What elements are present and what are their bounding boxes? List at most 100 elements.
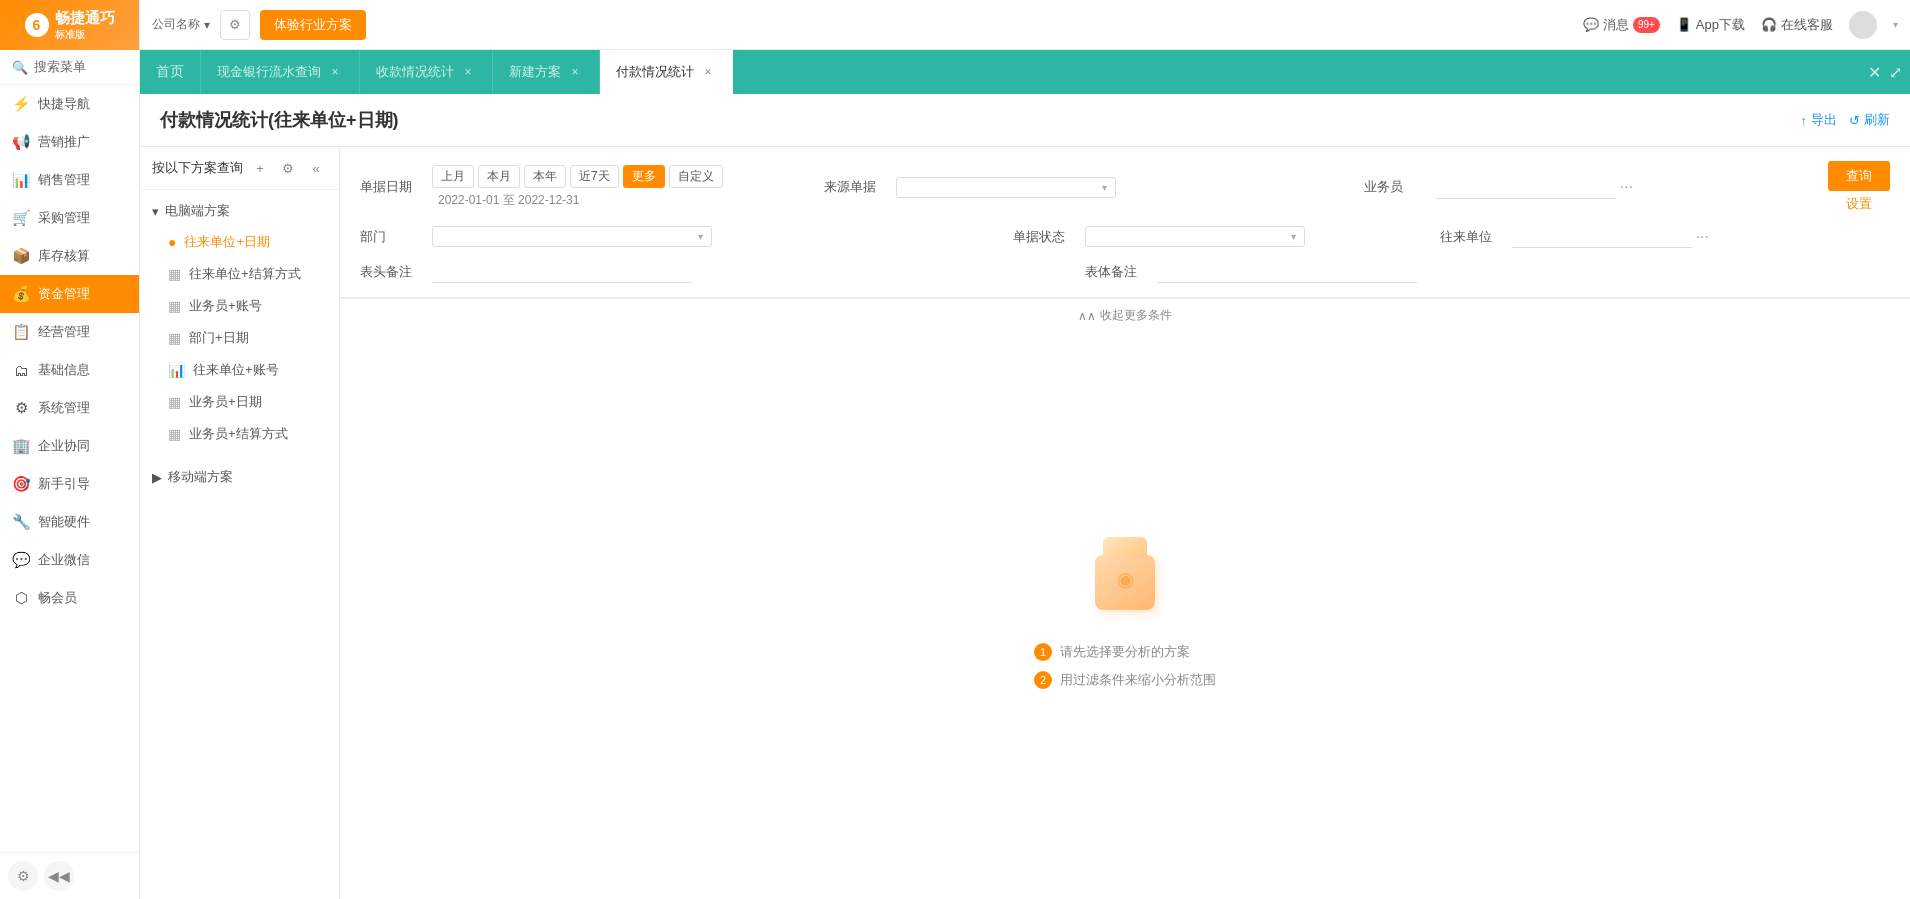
message-btn[interactable]: 💬 消息 99+ [1583,16,1660,34]
sidebar-item-quick-nav[interactable]: ⚡ 快捷导航 [0,85,139,123]
wechat-icon: 💬 [12,551,30,569]
trial-btn[interactable]: 体验行业方案 [260,10,366,40]
sidebar-item-purchase[interactable]: 🛒 采购管理 [0,199,139,237]
download-icon: 📱 [1676,17,1692,32]
empty-box-graphic [1095,555,1155,610]
message-badge: 99+ [1633,17,1660,33]
filter-settings-link[interactable]: 设置 [1846,195,1872,213]
collapse-label: 收起更多条件 [1100,307,1172,324]
scheme-item-salesman-date[interactable]: ▦ 业务员+日期 [140,386,339,418]
scheme-item-partner-date[interactable]: ● 往来单位+日期 [140,226,339,258]
body-note-input[interactable] [1157,260,1417,283]
app-download-btn[interactable]: 📱 App下载 [1676,16,1745,34]
mobile-scheme-group: ▶ 移动端方案 [140,456,339,498]
sidebar-item-operation[interactable]: 📋 经营管理 [0,313,139,351]
expand-tabs-btn[interactable]: ⤢ [1889,63,1902,82]
hint-text-2: 用过滤条件来缩小分析范围 [1060,671,1216,689]
mobile-group-header[interactable]: ▶ 移动端方案 [140,462,339,492]
doc-status-select[interactable]: ▾ [1085,226,1305,247]
date-btn-this-month[interactable]: 本月 [478,165,520,188]
tab-bank-flow[interactable]: 现金银行流水查询 × [201,50,360,94]
desktop-group-header[interactable]: ▾ 电脑端方案 [140,196,339,226]
sidebar-item-wechat[interactable]: 💬 企业微信 [0,541,139,579]
partner-more-btn[interactable]: ··· [1692,228,1713,246]
collapse-sidebar-btn[interactable]: ◀◀ [44,861,74,891]
scheme-item-partner-settlement[interactable]: ▦ 往来单位+结算方式 [140,258,339,290]
online-service-btn[interactable]: 🎧 在线客服 [1761,16,1833,34]
sidebar-item-basic[interactable]: 🗂 基础信息 [0,351,139,389]
tab-receipt-stat-close[interactable]: × [460,64,476,80]
user-avatar[interactable] [1849,11,1877,39]
empty-hints: 1 请先选择要分析的方案 2 用过滤条件来缩小分析范围 [1034,643,1216,689]
sidebar-item-system[interactable]: ⚙ 系统管理 [0,389,139,427]
query-btn[interactable]: 查询 [1828,161,1890,191]
scheme-settings-btn[interactable]: ⚙ [277,157,299,179]
tab-new-plan-label: 新建方案 [509,63,561,81]
tab-bank-flow-close[interactable]: × [327,64,343,80]
tab-home[interactable]: 首页 [140,50,201,94]
header-note-input[interactable] [432,260,692,283]
sidebar-item-guide[interactable]: 🎯 新手引导 [0,465,139,503]
app-version: 标准版 [55,28,115,42]
settings-footer-btn[interactable]: ⚙ [8,861,38,891]
collapse-panel-btn[interactable]: « [305,157,327,179]
date-btn-more[interactable]: 更多 [623,165,665,188]
partner-label: 往来单位 [1440,228,1496,246]
nav-label: 销售管理 [38,171,90,189]
salesman-more-btn[interactable]: ··· [1616,178,1637,196]
partner-field: ··· [1512,225,1794,248]
service-icon: 🎧 [1761,17,1777,32]
sidebar-item-hardware[interactable]: 🔧 智能硬件 [0,503,139,541]
export-btn[interactable]: ↑ 导出 [1801,111,1838,129]
salesman-field: ··· [1436,176,1812,199]
scheme-item-partner-account[interactable]: 📊 往来单位+账号 [140,354,339,386]
partner-input[interactable] [1512,225,1692,248]
date-btn-custom[interactable]: 自定义 [669,165,723,188]
search-icon: 🔍 [12,60,28,75]
tab-payment-stat-close[interactable]: × [700,64,716,80]
sidebar-item-finance[interactable]: 💰 资金管理 [0,275,139,313]
scheme-label: 往来单位+账号 [193,361,279,379]
left-panel-actions: + ⚙ « [249,157,327,179]
doc-status-label: 单据状态 [1013,228,1069,246]
source-field: ▾ [896,177,1348,198]
scheme-item-salesman-account[interactable]: ▦ 业务员+账号 [140,290,339,322]
tab-receipt-stat[interactable]: 收款情况统计 × [360,50,493,94]
add-scheme-btn[interactable]: + [249,157,271,179]
expand-icon: ▾ [152,204,159,219]
topbar-settings-btn[interactable]: ⚙ [220,10,250,40]
date-btn-last-7days[interactable]: 近7天 [570,165,619,188]
refresh-label: 刷新 [1864,111,1890,129]
date-btn-this-year[interactable]: 本年 [524,165,566,188]
scheme-item-dept-date[interactable]: ▦ 部门+日期 [140,322,339,354]
body-area: 按以下方案查询 + ⚙ « ▾ 电脑端方案 ● 往来单位+日期 [140,147,1910,899]
source-select[interactable]: ▾ [896,177,1116,198]
date-btn-last-month[interactable]: 上月 [432,165,474,188]
scheme-icon: ▦ [168,394,181,410]
scheme-item-salesman-settlement[interactable]: ▦ 业务员+结算方式 [140,418,339,450]
sidebar-item-enterprise[interactable]: 🏢 企业协同 [0,427,139,465]
tab-new-plan[interactable]: 新建方案 × [493,50,600,94]
dept-field: ▾ [432,226,997,247]
hint-num-2: 2 [1034,671,1052,689]
refresh-btn[interactable]: ↺ 刷新 [1849,111,1890,129]
system-icon: ⚙ [12,399,30,417]
nav-label: 企业协同 [38,437,90,455]
sales-icon: 📊 [12,171,30,189]
sidebar-item-member[interactable]: ⬡ 畅会员 [0,579,139,617]
sidebar-item-sales[interactable]: 📊 销售管理 [0,161,139,199]
tab-home-label: 首页 [156,63,184,81]
sidebar-item-inventory[interactable]: 📦 库存核算 [0,237,139,275]
dept-select[interactable]: ▾ [432,226,712,247]
scheme-label: 业务员+账号 [189,297,262,315]
tab-payment-stat[interactable]: 付款情况统计 × [600,50,733,94]
nav-label: 采购管理 [38,209,90,227]
collapse-more-btn[interactable]: ∧∧ 收起更多条件 [1078,307,1172,324]
user-dropdown-arrow[interactable]: ▾ [1893,19,1898,30]
tab-new-plan-close[interactable]: × [567,64,583,80]
search-menu[interactable]: 🔍 搜索菜单 [0,50,139,85]
close-all-tabs-btn[interactable]: ✕ [1868,63,1881,82]
sidebar-item-marketing[interactable]: 📢 营销推广 [0,123,139,161]
topbar-right: 💬 消息 99+ 📱 App下载 🎧 在线客服 ▾ [1583,11,1898,39]
salesman-input[interactable] [1436,176,1616,199]
